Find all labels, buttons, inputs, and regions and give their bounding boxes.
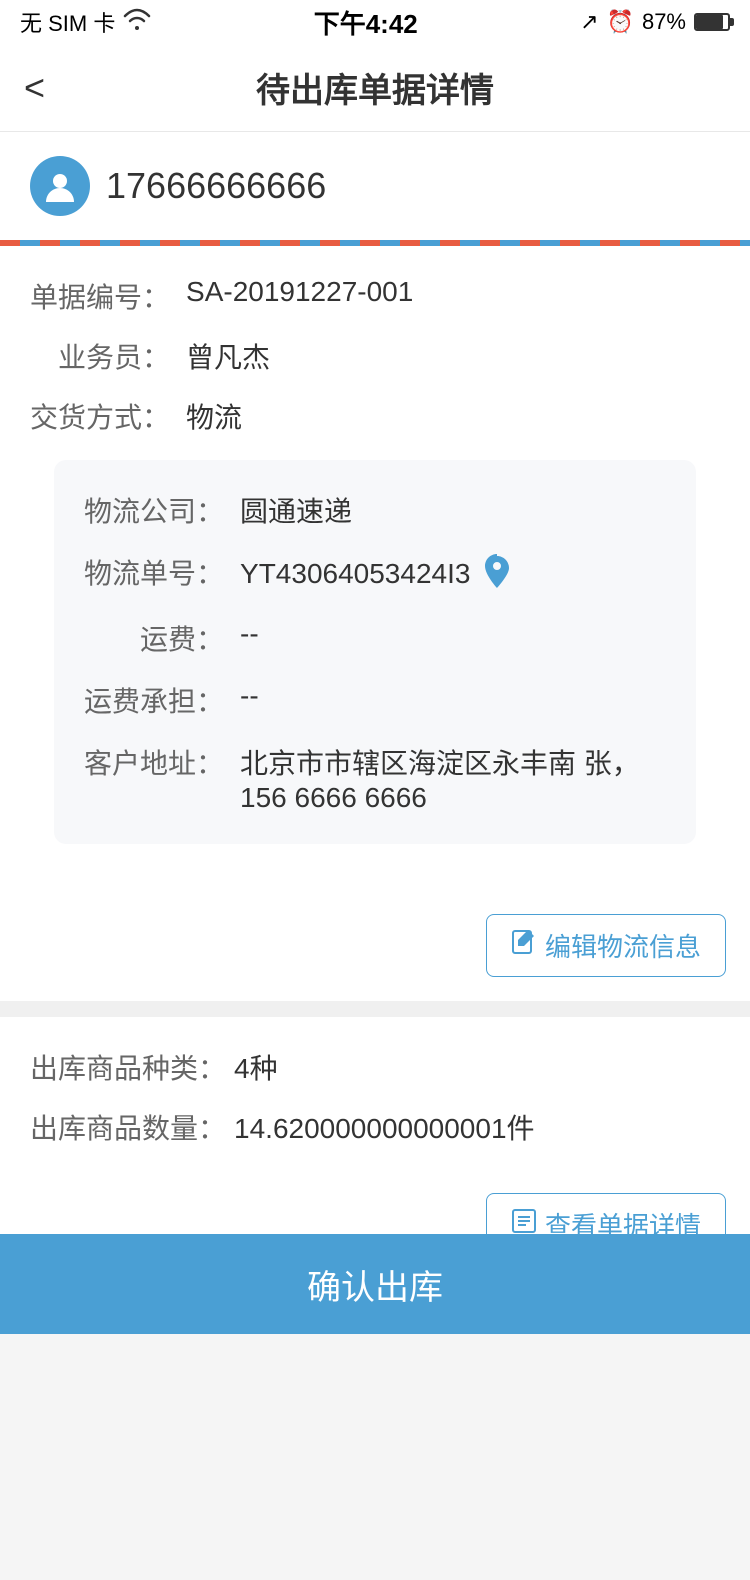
status-right: ↗ ⏰ 87% (580, 9, 730, 35)
nav-bar: < 待出库单据详情 (0, 44, 750, 132)
section-separator (0, 1001, 750, 1017)
freight-bear-row: 运费承担： -- (84, 680, 666, 720)
order-info-section: 单据编号： SA-20191227-001 业务员： 曾凡杰 交货方式： 物流 … (0, 246, 750, 898)
battery-text: 87% (642, 9, 686, 35)
edit-btn-row: 编辑物流信息 (0, 898, 750, 1001)
logistics-company-value: 圆通速递 (240, 490, 666, 530)
page-title: 待出库单据详情 (256, 63, 494, 112)
status-bar: 无 SIM 卡 下午4:42 ↗ ⏰ 87% (0, 0, 750, 44)
logistics-company-label: 物流公司： (84, 490, 224, 530)
delivery-row: 交货方式： 物流 (30, 396, 720, 436)
tracking-row: 物流单号： YT43064053424I3 (84, 552, 666, 596)
order-number-label: 单据编号： (30, 276, 170, 316)
alarm-icon: ⏰ (607, 9, 634, 35)
goods-quantity-row: 出库商品数量： 14.620000000000001件 (30, 1107, 720, 1147)
goods-quantity-label: 出库商品数量： (30, 1107, 226, 1147)
goods-types-value: 4种 (234, 1047, 278, 1087)
user-phone: 17666666666 (106, 165, 326, 207)
staff-value: 曾凡杰 (186, 336, 720, 376)
staff-row: 业务员： 曾凡杰 (30, 336, 720, 376)
logistics-company-row: 物流公司： 圆通速递 (84, 490, 666, 530)
goods-types-row: 出库商品种类： 4种 (30, 1047, 720, 1087)
staff-label: 业务员： (30, 336, 170, 376)
order-number-row: 单据编号： SA-20191227-001 (30, 276, 720, 316)
freight-bear-value: -- (240, 680, 666, 712)
avatar (30, 156, 90, 216)
freight-row: 运费： -- (84, 618, 666, 658)
status-time: 下午4:42 (314, 4, 418, 41)
freight-bear-label: 运费承担： (84, 680, 224, 720)
tracking-label: 物流单号： (84, 552, 224, 592)
tracking-location-icon[interactable] (482, 552, 512, 596)
tracking-value: YT43064053424I3 (240, 552, 666, 596)
address-label: 客户地址： (84, 742, 224, 782)
edit-logistics-label: 编辑物流信息 (545, 927, 701, 964)
delivery-value: 物流 (186, 396, 720, 436)
goods-types-label: 出库商品种类： (30, 1047, 226, 1087)
user-header: 17666666666 (0, 132, 750, 240)
goods-quantity-value: 14.620000000000001件 (234, 1107, 535, 1147)
location-icon: ↗ (580, 9, 598, 35)
address-row: 客户地址： 北京市市辖区海淀区永丰南 张，156 6666 6666 (84, 742, 666, 814)
goods-section: 出库商品种类： 4种 出库商品数量： 14.620000000000001件 (0, 1017, 750, 1177)
freight-value: -- (240, 618, 666, 650)
logistics-card: 物流公司： 圆通速递 物流单号： YT43064053424I3 运费： -- (54, 460, 696, 844)
confirm-button-label: 确认出库 (307, 1260, 443, 1309)
confirm-bar[interactable]: 确认出库 (0, 1234, 750, 1334)
battery-icon (694, 13, 730, 31)
freight-label: 运费： (84, 618, 224, 658)
address-value: 北京市市辖区海淀区永丰南 张，156 6666 6666 (240, 742, 666, 814)
order-number-value: SA-20191227-001 (186, 276, 720, 308)
back-button[interactable]: < (24, 67, 45, 109)
delivery-label: 交货方式： (30, 396, 170, 436)
status-left: 无 SIM 卡 (20, 6, 151, 38)
edit-icon (511, 929, 537, 962)
content-wrapper: 17666666666 单据编号： SA-20191227-001 业务员： 曾… (0, 132, 750, 1580)
wifi-icon (123, 8, 151, 36)
edit-logistics-button[interactable]: 编辑物流信息 (486, 914, 726, 977)
sim-text: 无 SIM 卡 (20, 6, 115, 38)
